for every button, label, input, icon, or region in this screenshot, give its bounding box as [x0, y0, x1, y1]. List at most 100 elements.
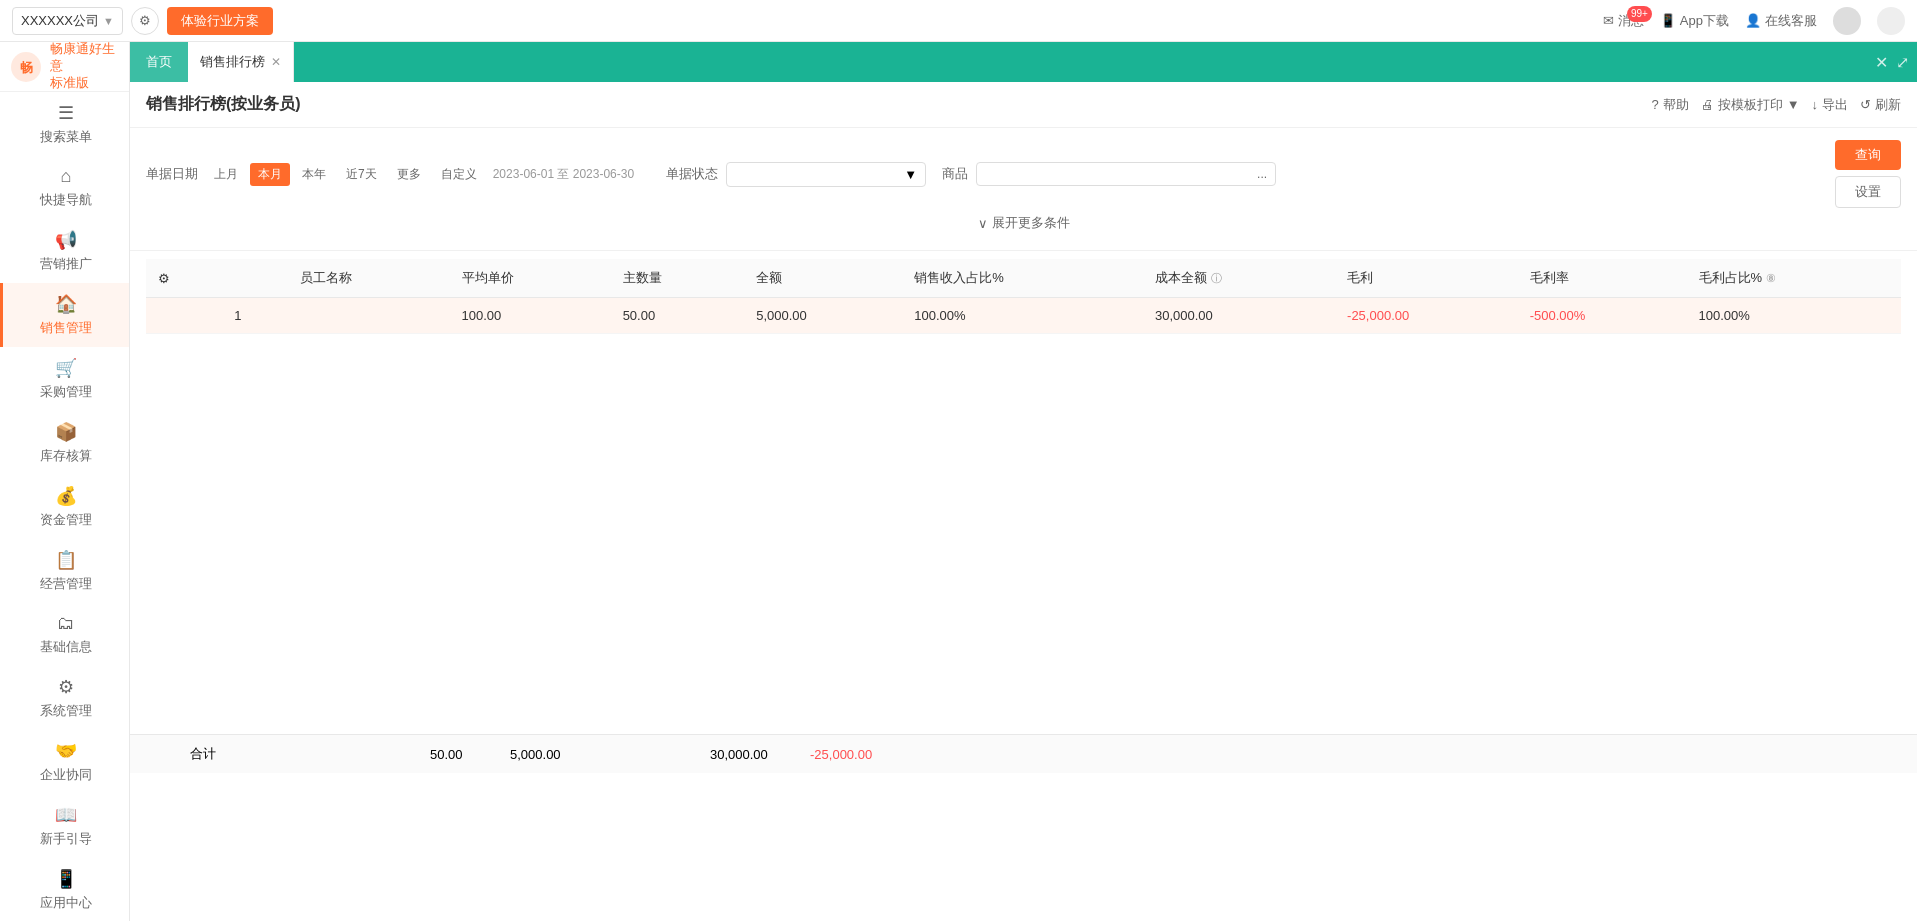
top-bar: XXXXXX公司 ▼ ⚙ 体验行业方案 ✉ 消息 99+ 📱 App下载 👤 在… [0, 0, 1917, 42]
date-btn-more[interactable]: 更多 [389, 163, 429, 186]
system-icon: ⚙ [58, 676, 74, 698]
expand-chevron-icon: ∨ [978, 216, 988, 231]
sidebar-item-system[interactable]: ⚙ 系统管理 [0, 666, 129, 730]
cost-info-icon[interactable]: ⓘ [1211, 272, 1222, 284]
status-filter: 单据状态 ▼ [666, 162, 926, 187]
export-button[interactable]: ↓ 导出 [1812, 96, 1849, 114]
sidebar-item-quick-nav[interactable]: ⌂ 快捷导航 [0, 156, 129, 219]
date-range-text: 2023-06-01 至 2023-06-30 [493, 166, 634, 183]
sidebar-label-finance: 资金管理 [40, 511, 92, 529]
sidebar-label-app-center: 应用中心 [40, 894, 92, 912]
help-icon: ? [1651, 97, 1658, 112]
avatar[interactable] [1833, 7, 1861, 35]
gross-pct-info-icon[interactable]: ⑧ [1766, 272, 1776, 284]
logo-icon: 畅 [10, 51, 42, 83]
finance-icon: 💰 [55, 485, 77, 507]
col-avg-price: 平均单价 [450, 259, 611, 298]
basic-info-icon: 🗂 [57, 613, 75, 634]
empty-space [130, 334, 1917, 734]
main-layout: 畅 畅康通好生意 标准版 ☰ 搜索菜单 ⌂ 快捷导航 📢 营销推广 🏠 销售管理… [0, 42, 1917, 921]
col-main-qty: 主数量 [611, 259, 745, 298]
col-settings[interactable]: ⚙ [146, 259, 222, 298]
date-btn-custom[interactable]: 自定义 [433, 163, 485, 186]
date-btn-this-year[interactable]: 本年 [294, 163, 334, 186]
app-center-icon: 📱 [55, 868, 77, 890]
marketing-icon: 📢 [55, 229, 77, 251]
sidebar-logo: 畅 畅康通好生意 标准版 [0, 42, 129, 92]
status-select[interactable]: ▼ [726, 162, 926, 187]
goods-more-icon[interactable]: ... [1257, 167, 1267, 181]
tab-close-icon[interactable]: ✕ [271, 55, 281, 69]
expand-more-button[interactable]: ∨ 展开更多条件 [146, 208, 1901, 238]
table-header: ⚙ 员工名称 平均单价 主数量 全额 销售收入占比% 成本全额 ⓘ [146, 259, 1901, 298]
query-button[interactable]: 查询 [1835, 140, 1901, 170]
tab-sales-ranking[interactable]: 销售排行榜 ✕ [188, 42, 294, 82]
expand-more-label: 展开更多条件 [992, 214, 1070, 232]
date-btn-7-days[interactable]: 近7天 [338, 163, 385, 186]
date-btn-this-month[interactable]: 本月 [250, 163, 290, 186]
col-employee: 员工名称 [288, 259, 449, 298]
date-range-buttons: 上月 本月 本年 近7天 更多 自定义 [206, 163, 485, 186]
quick-nav-icon: ⌂ [61, 166, 72, 187]
filter-bar: 单据日期 上月 本月 本年 近7天 更多 自定义 2023-06-01 至 20… [130, 128, 1917, 251]
table-footer: 合计 50.00 5,000.00 30,000.00 -25,000.00 [130, 734, 1917, 773]
col-gross-pct: 毛利占比% ⑧ [1687, 259, 1902, 298]
table-wrap: ⚙ 员工名称 平均单价 主数量 全额 销售收入占比% 成本全额 ⓘ [130, 259, 1917, 334]
cell-gross: -25,000.00 [1335, 298, 1518, 334]
online-service-button[interactable]: 👤 在线客服 [1745, 12, 1817, 30]
cell-main-qty: 50.00 [611, 298, 745, 334]
col-gross: 毛利 [1335, 259, 1518, 298]
goods-label: 商品 [942, 165, 968, 183]
page-actions: ? 帮助 🖨 按模板打印 ▼ ↓ 导出 ↺ [1651, 96, 1901, 114]
inventory-icon: 📦 [55, 421, 77, 443]
export-icon: ↓ [1812, 97, 1819, 112]
help-button[interactable]: ? 帮助 [1651, 96, 1688, 114]
window-close-button[interactable]: ✕ [1875, 53, 1888, 72]
sidebar-item-guide[interactable]: 📖 新手引导 [0, 794, 129, 858]
sidebar-item-app-center[interactable]: 📱 应用中心 [0, 858, 129, 921]
footer-main-qty: 50.00 [418, 747, 498, 762]
cell-amount: 5,000.00 [744, 298, 902, 334]
filter-settings-button[interactable]: 设置 [1835, 176, 1901, 208]
col-sales-pct: 销售收入占比% [902, 259, 1143, 298]
sidebar-item-inventory[interactable]: 📦 库存核算 [0, 411, 129, 475]
gear-icon: ⚙ [139, 13, 151, 28]
top-settings-button[interactable]: ⚙ [131, 7, 159, 35]
company-name: XXXXXX公司 [21, 12, 99, 30]
trial-button[interactable]: 体验行业方案 [167, 7, 273, 35]
company-selector[interactable]: XXXXXX公司 ▼ [12, 7, 123, 35]
print-button[interactable]: 🖨 按模板打印 ▼ [1701, 96, 1800, 114]
footer-label: 合计 [178, 745, 258, 763]
tab-home[interactable]: 首页 [130, 42, 188, 82]
message-button[interactable]: ✉ 消息 99+ [1603, 12, 1644, 30]
col-settings-icon: ⚙ [158, 271, 170, 286]
app-download-icon: 📱 [1660, 13, 1676, 28]
date-btn-last-month[interactable]: 上月 [206, 163, 246, 186]
page-title: 销售排行榜(按业务员) [146, 94, 301, 115]
sidebar-label-guide: 新手引导 [40, 830, 92, 848]
refresh-button[interactable]: ↺ 刷新 [1860, 96, 1901, 114]
sidebar-label-search-order: 搜索菜单 [40, 128, 92, 146]
app-download-label: App下载 [1680, 12, 1729, 30]
sidebar-item-basic-info[interactable]: 🗂 基础信息 [0, 603, 129, 666]
help-label: 帮助 [1663, 96, 1689, 114]
sidebar-item-purchase[interactable]: 🛒 采购管理 [0, 347, 129, 411]
table-row: 1 100.00 50.00 5,000.00 100.00% 30,000.0… [146, 298, 1901, 334]
sidebar-item-sales[interactable]: 🏠 销售管理 [0, 283, 129, 347]
col-gross-rate: 毛利率 [1518, 259, 1687, 298]
date-filter: 单据日期 上月 本月 本年 近7天 更多 自定义 2023-06-01 至 20… [146, 163, 634, 186]
refresh-icon: ↺ [1860, 97, 1871, 112]
goods-input[interactable]: ... [976, 162, 1276, 186]
tab-bar: 首页 销售排行榜 ✕ ✕ ⤢ [130, 42, 1917, 82]
avatar-placeholder [1877, 7, 1905, 35]
sidebar-item-enterprise[interactable]: 🤝 企业协同 [0, 730, 129, 794]
sidebar-item-marketing[interactable]: 📢 营销推广 [0, 219, 129, 283]
page-header: 销售排行榜(按业务员) ? 帮助 🖨 按模板打印 ▼ ↓ [130, 82, 1917, 128]
sidebar-item-finance[interactable]: 💰 资金管理 [0, 475, 129, 539]
app-download-button[interactable]: 📱 App下载 [1660, 12, 1729, 30]
sidebar-item-search-order[interactable]: ☰ 搜索菜单 [0, 92, 129, 156]
sidebar: 畅 畅康通好生意 标准版 ☰ 搜索菜单 ⌂ 快捷导航 📢 营销推广 🏠 销售管理… [0, 42, 130, 921]
sidebar-item-operations[interactable]: 📋 经营管理 [0, 539, 129, 603]
col-rank [222, 259, 288, 298]
window-expand-button[interactable]: ⤢ [1896, 53, 1909, 72]
